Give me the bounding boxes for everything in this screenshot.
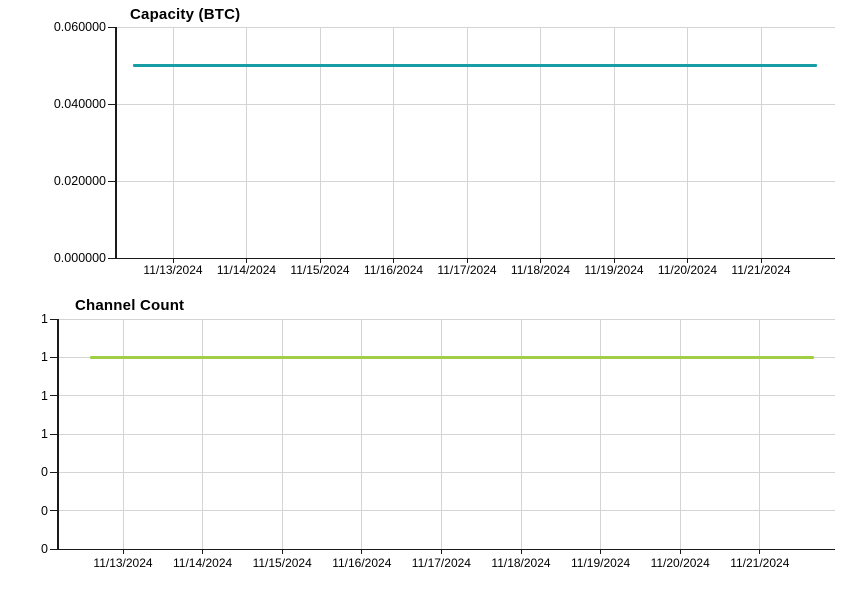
horizontal-gridline <box>58 433 835 435</box>
horizontal-gridline <box>58 318 835 320</box>
x-axis-tick-label: 11/17/2024 <box>411 556 471 570</box>
y-axis-tick-label: 1 <box>41 312 48 326</box>
x-axis-tick-label: 11/14/2024 <box>173 556 233 570</box>
channel-count-chart-plot: 11/13/2024 11/14/2024 11/15/2024 11/16/2024… <box>0 0 860 600</box>
y-axis-tick-label: 1 <box>41 427 48 441</box>
horizontal-gridline <box>58 510 835 512</box>
y-axis-tick-label: 1 <box>41 350 48 365</box>
horizontal-gridline <box>58 395 835 397</box>
x-axis-tick-label: 11/15/2024 <box>252 556 312 570</box>
channel-count-series-line <box>90 355 814 359</box>
charts-panel: Capacity (BTC) 11/13/2024 11/14/2024 11/15… <box>0 0 860 600</box>
x-axis-tick-label: 11/18/2024 <box>491 556 551 570</box>
x-axis-tick-label: 11/16/2024 <box>332 556 392 570</box>
y-axis-tick-label: 1 <box>41 388 48 403</box>
x-axis-tick-label: 11/20/2024 <box>650 556 710 570</box>
y-axis-tick-label: 0 <box>41 542 48 556</box>
x-axis-tick-label: 11/13/2024 <box>93 556 153 570</box>
x-axis-line <box>58 548 835 550</box>
horizontal-gridline <box>58 471 835 473</box>
x-axis-tick-label: 11/19/2024 <box>571 556 631 570</box>
x-axis-tick-label: 11/21/2024 <box>730 556 790 570</box>
y-axis-tick-label: 0 <box>41 503 48 518</box>
y-axis-tick-label: 0 <box>41 465 48 480</box>
y-axis-line <box>57 319 59 550</box>
